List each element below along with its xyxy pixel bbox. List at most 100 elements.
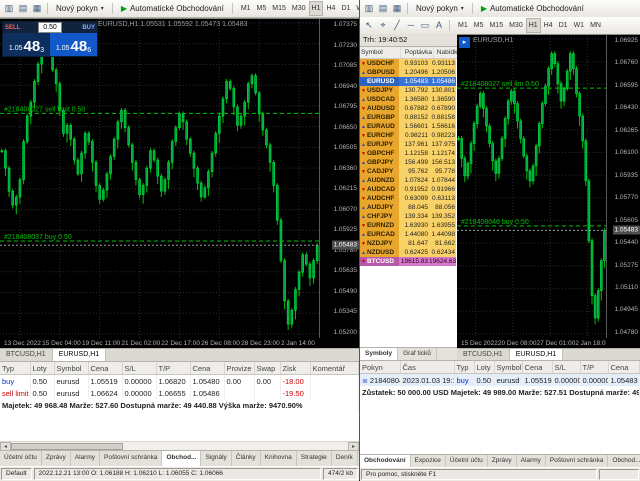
timeframe-button[interactable]: H4 (541, 18, 556, 33)
terminal-tab[interactable]: Zprávy (42, 451, 71, 467)
terminal-tab[interactable]: Knihovna (261, 451, 297, 467)
column-header[interactable]: Zisk (280, 362, 310, 375)
order-row[interactable]: buy 0.50 eurusd 1.05519 0.00000 1.06820 … (0, 375, 359, 388)
timeframe-button[interactable]: H1 (309, 1, 324, 16)
market-watch-row[interactable]: CADJPY 95.762 95.778 (360, 167, 457, 176)
text-label-icon[interactable]: A (432, 20, 446, 31)
rectangle-icon[interactable]: ▭ (418, 20, 432, 31)
column-header[interactable]: Typ (0, 362, 30, 375)
horizontal-line-icon[interactable]: ─ (404, 20, 418, 31)
timeframe-button[interactable]: M15 (269, 1, 289, 16)
timeframe-button[interactable]: H1 (526, 18, 541, 33)
column-header[interactable]: S/L (122, 362, 156, 375)
timeframe-button[interactable]: D1 (556, 18, 571, 33)
terminal-tab[interactable]: Strategie (297, 451, 332, 467)
column-header[interactable]: Loty (30, 362, 54, 375)
terminal-tab[interactable]: Účetní účtu (0, 451, 42, 467)
new-chart-icon[interactable]: ▥ (362, 3, 376, 14)
column-header[interactable]: T/P (580, 361, 608, 374)
market-watch-row[interactable]: EURUSD 1.05483 1.05486 (360, 77, 457, 86)
chart-canvas[interactable]: #218408027 sell limit 0.50#218408037 buy… (0, 19, 319, 338)
timeframe-button[interactable]: M30 (289, 1, 309, 16)
column-header[interactable]: Cena (522, 361, 552, 374)
market-watch-row[interactable]: AUDUSD 0.67882 0.67890 (360, 104, 457, 113)
timeframe-button[interactable]: M5 (471, 18, 487, 33)
timeframe-button[interactable]: M5 (254, 1, 270, 16)
column-header[interactable]: Komentář (310, 362, 359, 375)
chart-profiles-icon[interactable]: ▤ (16, 3, 30, 14)
timeframe-button[interactable]: W1 (353, 1, 359, 16)
orders-table-header[interactable]: TypLotySymbolCenaS/LT/PCenaProvizeSwapZi… (0, 362, 359, 375)
market-watch-tab[interactable]: Graf ticků (398, 348, 437, 360)
market-watch-row[interactable]: NZDJPY 81.647 81.662 (360, 239, 457, 248)
market-watch-row[interactable]: AUDCAD 0.91952 0.91966 (360, 185, 457, 194)
trendline-icon[interactable]: ╱ (390, 20, 404, 31)
scrollbar-thumb[interactable] (11, 443, 123, 450)
new-order-button[interactable]: Nový pokyn▾ (411, 1, 469, 17)
market-watch-row[interactable]: GBPJPY 156.499 156.513 (360, 158, 457, 167)
timeframe-button[interactable]: M30 (506, 18, 526, 33)
price-scale[interactable]: 1.069251.067601.065951.064301.062651.061… (606, 35, 640, 338)
buy-button[interactable]: 1.05486 (50, 33, 97, 56)
profile-name[interactable]: Default (1, 468, 32, 480)
column-header[interactable]: Cena (190, 362, 224, 375)
market-watch-row[interactable]: AUDJPY 88.045 88.056 (360, 203, 457, 212)
column-header[interactable]: Swap (254, 362, 280, 375)
terminal-tab[interactable]: Obchod... (162, 451, 201, 467)
column-header[interactable]: Cena (608, 361, 640, 374)
lot-input[interactable]: 0.50 (38, 22, 62, 33)
terminal-tab[interactable]: Poštovní schránka (100, 451, 162, 467)
market-watch-row[interactable]: EURCAD 1.44080 1.44098 (360, 230, 457, 239)
timeframe-button[interactable]: M1 (238, 1, 254, 16)
column-symbol[interactable]: Symbol (360, 47, 401, 58)
order-row[interactable]: sell limit 0.50 eurusd 1.06624 0.00000 1… (0, 387, 359, 399)
timeframe-button[interactable]: M1 (455, 18, 471, 33)
column-header[interactable]: Loty (474, 361, 494, 374)
market-watch-row[interactable]: EURAUD 1.56601 1.56616 (360, 122, 457, 131)
chart-canvas[interactable]: #218408027 sell lim 0.50#218408046 buy 0… (457, 35, 606, 338)
column-header[interactable]: Provize (224, 362, 254, 375)
terminal-tab[interactable]: Články (232, 451, 261, 467)
autotrading-button[interactable]: ▶Automatické Obchodování (476, 1, 589, 17)
market-watch-row[interactable]: EURNZD 1.63930 1.63955 (360, 221, 457, 230)
market-watch-row[interactable]: CHFJPY 139.334 139.352 (360, 212, 457, 221)
new-order-button[interactable]: Nový pokyn▾ (51, 1, 109, 17)
cursor-icon[interactable]: ↖ (362, 20, 376, 31)
market-watch-icon[interactable]: ▦ (30, 3, 44, 14)
autotrading-button[interactable]: ▶Automatické Obchodování (116, 1, 229, 17)
column-bid[interactable]: Poptávka (401, 47, 434, 58)
timeframe-button[interactable]: W1 (571, 18, 588, 33)
column-ask[interactable]: Nabídka (434, 47, 458, 58)
column-header[interactable]: Čas (400, 361, 454, 374)
column-header[interactable]: Typ (454, 361, 474, 374)
timeframe-button[interactable]: D1 (338, 1, 353, 16)
order-row[interactable]: ≣218408046 2023.01.03 19:1... buy 0.50 e… (360, 374, 640, 387)
market-watch-row[interactable]: GBPCHF 1.12158 1.12174 (360, 149, 457, 158)
column-header[interactable]: Pokyn (360, 361, 400, 374)
timeframe-button[interactable]: H4 (323, 1, 338, 16)
timeframe-button[interactable]: MN (587, 18, 604, 33)
market-watch-row[interactable]: GBPUSD 1.20496 1.20506 (360, 68, 457, 77)
market-watch-row[interactable]: EURJPY 137.961 137.975 (360, 140, 457, 149)
one-click-expand-button[interactable]: ▸ (459, 37, 470, 48)
market-watch-tab[interactable]: Symboly (360, 348, 398, 360)
market-watch-row[interactable]: EURGBP 0.88152 0.88158 (360, 113, 457, 122)
new-chart-icon[interactable]: ▥ (2, 3, 16, 14)
column-header[interactable]: Symbol (54, 362, 88, 375)
column-header[interactable]: Cena (88, 362, 122, 375)
crosshair-icon[interactable]: ⌖ (376, 20, 390, 31)
terminal-tab[interactable]: Signály (201, 451, 231, 467)
market-watch-row[interactable]: EURCHF 0.98211 0.98223 (360, 131, 457, 140)
market-watch-row[interactable]: USDCAD 1.36580 1.36590 (360, 95, 457, 104)
market-watch-header[interactable]: Symbol Poptávka Nabídka (360, 47, 457, 59)
chart-profiles-icon[interactable]: ▤ (376, 3, 390, 14)
timeframe-button[interactable]: M15 (486, 18, 506, 33)
column-header[interactable]: T/P (156, 362, 190, 375)
column-header[interactable]: S/L (552, 361, 580, 374)
market-watch-row[interactable]: NZDUSD 0.62425 0.62434 (360, 248, 457, 257)
market-watch-icon[interactable]: ▦ (390, 3, 404, 14)
price-scale[interactable]: 1.073751.072301.070851.069401.067951.066… (319, 19, 359, 338)
terminal-tab[interactable]: Alarmy (71, 451, 100, 467)
market-watch-row[interactable]: USDCHF 0.93103 0.93113 (360, 59, 457, 68)
market-watch-row[interactable]: AUDNZD 1.07824 1.07844 (360, 176, 457, 185)
